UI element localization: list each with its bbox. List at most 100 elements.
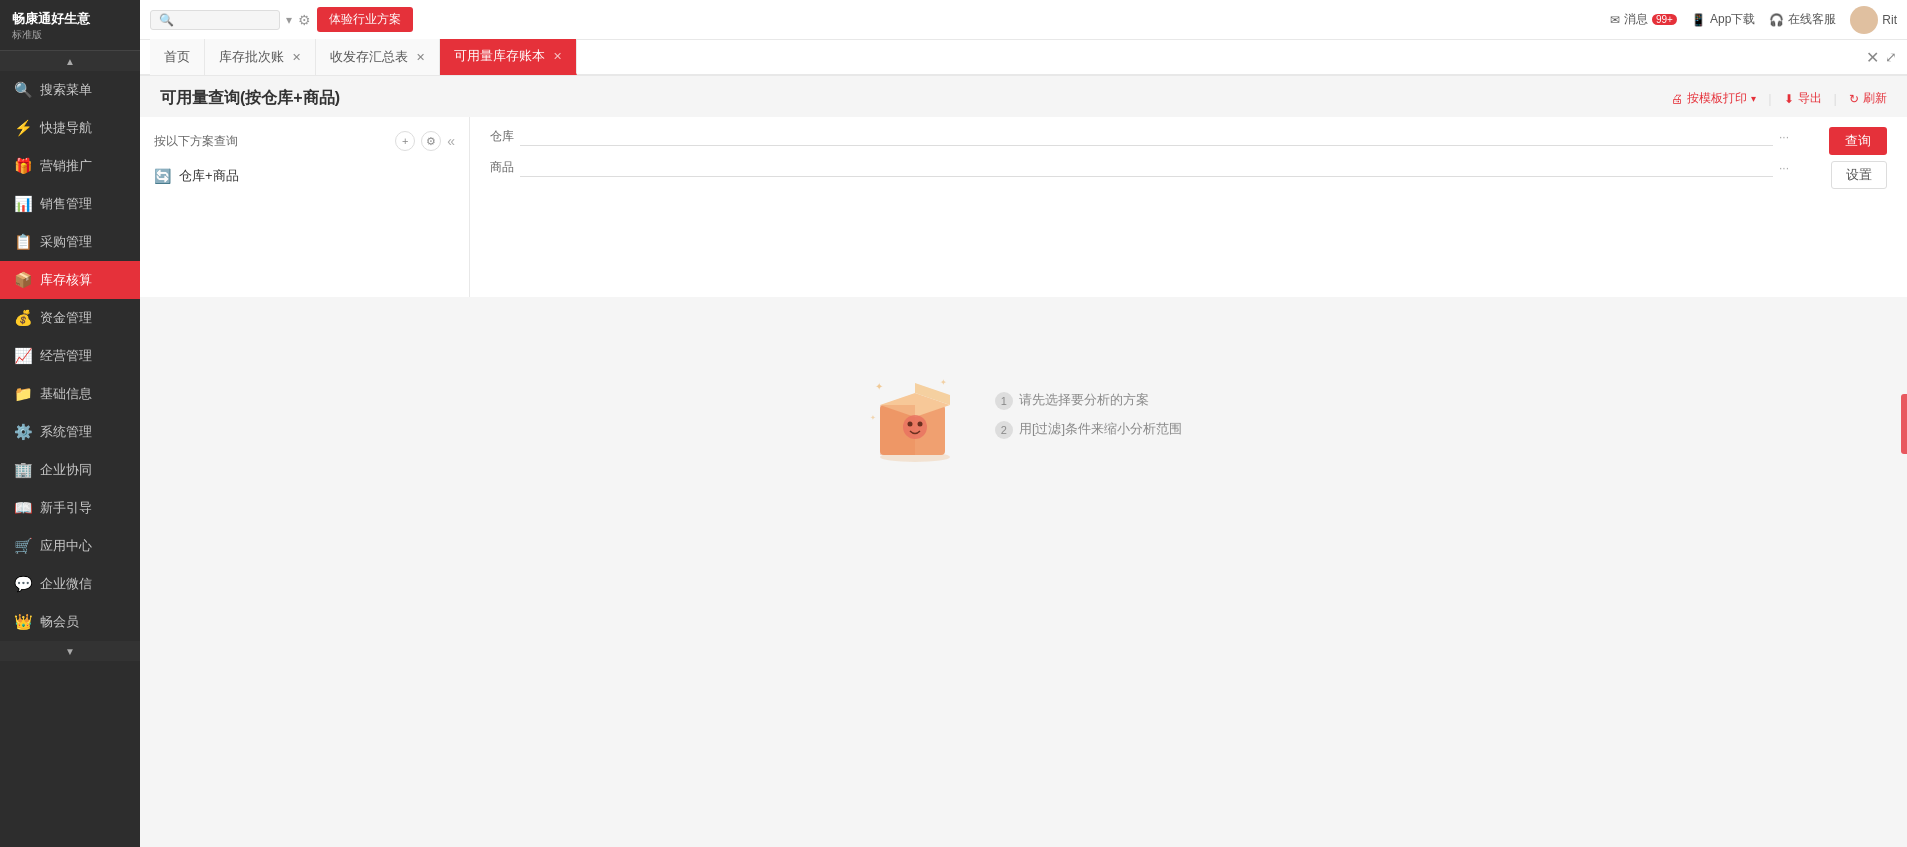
tab-expand-btn[interactable]: ⤢ [1885,49,1897,65]
page-header: 可用量查询(按仓库+商品) 🖨 按模板打印 ▾ | ⬇ 导出 | ↻ 刷新 [140,76,1907,117]
sidebar: 畅康通好生意 标准版 ▲ 🔍 搜索菜单 ⚡ 快捷导航 🎁 营销推广 📊 销售管理… [0,0,140,847]
print-btn[interactable]: 🖨 按模板打印 ▾ [1671,90,1756,107]
topbar: 🔍 ▾ ⚙ 体验行业方案 ✉ 消息 99+ 📱 App下载 🎧 在线客服 Rit [140,0,1907,40]
marketing-icon: 🎁 [14,157,32,175]
topbar-gear-icon[interactable]: ⚙ [298,12,311,28]
svg-text:✦: ✦ [940,378,947,387]
empty-tip-1: 1 请先选择要分析的方案 [995,391,1182,410]
sidebar-item-apps[interactable]: 🛒 应用中心 [0,527,140,565]
tabs-bar: 首页 库存批次账 ✕ 收发存汇总表 ✕ 可用量库存账本 ✕ ✕ ⤢ [140,40,1907,76]
wechat-icon: 💬 [14,575,32,593]
user-avatar-group[interactable]: Rit [1850,6,1897,34]
filter-field-product: 商品 ··· [490,158,1789,177]
filter-field-warehouse: 仓库 ··· [490,127,1789,146]
tab-batch-ledger[interactable]: 库存批次账 ✕ [205,39,316,75]
page-header-actions: 🖨 按模板打印 ▾ | ⬇ 导出 | ↻ 刷新 [1671,90,1887,107]
member-icon: 👑 [14,613,32,631]
basic-icon: 📁 [14,385,32,403]
sidebar-scroll-down[interactable]: ▼ [0,641,140,661]
sidebar-logo: 畅康通好生意 标准版 [0,0,140,51]
sidebar-item-enterprise[interactable]: 🏢 企业协同 [0,451,140,489]
sidebar-item-quick-nav[interactable]: ⚡ 快捷导航 [0,109,140,147]
tab-home[interactable]: 首页 [150,39,205,75]
finance-icon: 💰 [14,309,32,327]
right-scroll-hint [1901,394,1907,454]
message-group[interactable]: ✉ 消息 99+ [1610,11,1677,28]
message-icon: ✉ [1610,13,1620,27]
sidebar-item-purchase[interactable]: 📋 采购管理 [0,223,140,261]
sidebar-item-marketing[interactable]: 🎁 营销推广 [0,147,140,185]
filter-scheme-item-warehouse-product[interactable]: 🔄 仓库+商品 [140,159,469,193]
content-area: 可用量查询(按仓库+商品) 🖨 按模板打印 ▾ | ⬇ 导出 | ↻ 刷新 [140,76,1907,847]
main-area: 🔍 ▾ ⚙ 体验行业方案 ✉ 消息 99+ 📱 App下载 🎧 在线客服 Rit [140,0,1907,847]
user-name: Rit [1882,13,1897,27]
message-badge: 99+ [1652,14,1677,25]
tab-collect-summary[interactable]: 收发存汇总表 ✕ [316,39,440,75]
product-input[interactable] [520,158,1773,177]
warehouse-input[interactable] [520,127,1773,146]
scheme-add-btn[interactable]: + [395,131,415,151]
tab-collect-summary-close[interactable]: ✕ [416,51,425,64]
topbar-search-box[interactable]: 🔍 [150,10,280,30]
settings-btn[interactable]: 设置 [1831,161,1887,189]
empty-tips: 1 请先选择要分析的方案 2 用[过滤]条件来缩小分析范围 [995,391,1182,439]
sidebar-scroll-up[interactable]: ▲ [0,51,140,71]
logo-title: 畅康通好生意 [12,10,128,28]
tabs-right-actions: ✕ ⤢ [1866,48,1897,67]
svg-point-6 [907,422,912,427]
empty-icon: ✦ ✦ ✦ [865,365,965,465]
quick-nav-icon: ⚡ [14,119,32,137]
filter-scheme-label: 按以下方案查询 [154,133,238,150]
service-icon: 🎧 [1769,13,1784,27]
empty-state: ✦ ✦ ✦ 1 请先选择要分析的方案 2 用[过滤]条件来缩小分析范围 [140,305,1907,505]
warehouse-label: 仓库 [490,128,514,145]
system-icon: ⚙️ [14,423,32,441]
query-btn[interactable]: 查询 [1829,127,1887,155]
filter-collapse-btn[interactable]: « [447,131,455,151]
sidebar-item-finance[interactable]: 💰 资金管理 [0,299,140,337]
page-title: 可用量查询(按仓库+商品) [160,88,340,109]
tab-close-all-btn[interactable]: ✕ [1866,48,1879,67]
svg-point-5 [903,415,927,439]
filter-left-header: 按以下方案查询 + ⚙ « [140,127,469,159]
empty-state-inner: ✦ ✦ ✦ 1 请先选择要分析的方案 2 用[过滤]条件来缩小分析范围 [865,365,1182,465]
export-btn[interactable]: ⬇ 导出 [1784,90,1822,107]
filter-scheme-panel: 按以下方案查询 + ⚙ « 🔄 仓库+商品 [140,117,470,297]
sidebar-item-member[interactable]: 👑 畅会员 [0,603,140,641]
sidebar-item-newbie[interactable]: 📖 新手引导 [0,489,140,527]
topbar-search-input[interactable] [178,13,268,27]
tab-available-ledger-close[interactable]: ✕ [553,50,562,63]
product-label: 商品 [490,159,514,176]
scheme-item-icon: 🔄 [154,168,171,184]
sidebar-item-wechat[interactable]: 💬 企业微信 [0,565,140,603]
filter-left-action-group: + ⚙ « [395,131,455,151]
svg-text:✦: ✦ [870,414,876,421]
print-icon: 🖨 [1671,92,1683,106]
logo-sub: 标准版 [12,28,128,42]
topbar-chevron-icon[interactable]: ▾ [286,13,292,27]
filter-panel: 按以下方案查询 + ⚙ « 🔄 仓库+商品 仓库 [140,117,1907,297]
product-more-btn[interactable]: ··· [1779,161,1789,175]
tab-available-ledger[interactable]: 可用量库存账本 ✕ [440,39,577,75]
app-download-group[interactable]: 📱 App下载 [1691,11,1755,28]
industry-btn[interactable]: 体验行业方案 [317,7,413,32]
filter-fields-panel: 仓库 ··· 商品 ··· [470,117,1809,297]
refresh-icon: ↻ [1849,92,1859,106]
service-group[interactable]: 🎧 在线客服 [1769,11,1836,28]
scheme-item-label: 仓库+商品 [179,167,239,185]
filter-row-warehouse: 仓库 ··· [490,127,1789,146]
sidebar-item-inventory[interactable]: 📦 库存核算 [0,261,140,299]
scheme-settings-btn[interactable]: ⚙ [421,131,441,151]
tab-batch-ledger-close[interactable]: ✕ [292,51,301,64]
sidebar-item-operation[interactable]: 📈 经营管理 [0,337,140,375]
refresh-btn[interactable]: ↻ 刷新 [1849,90,1887,107]
warehouse-more-btn[interactable]: ··· [1779,130,1789,144]
sidebar-item-basic[interactable]: 📁 基础信息 [0,375,140,413]
empty-tip-2: 2 用[过滤]条件来缩小分析范围 [995,420,1182,439]
sidebar-item-sales[interactable]: 📊 销售管理 [0,185,140,223]
filter-row-product: 商品 ··· [490,158,1789,177]
sidebar-item-search[interactable]: 🔍 搜索菜单 [0,71,140,109]
sidebar-item-system[interactable]: ⚙️ 系统管理 [0,413,140,451]
search-icon: 🔍 [14,81,32,99]
filter-actions: 查询 设置 [1809,117,1907,297]
